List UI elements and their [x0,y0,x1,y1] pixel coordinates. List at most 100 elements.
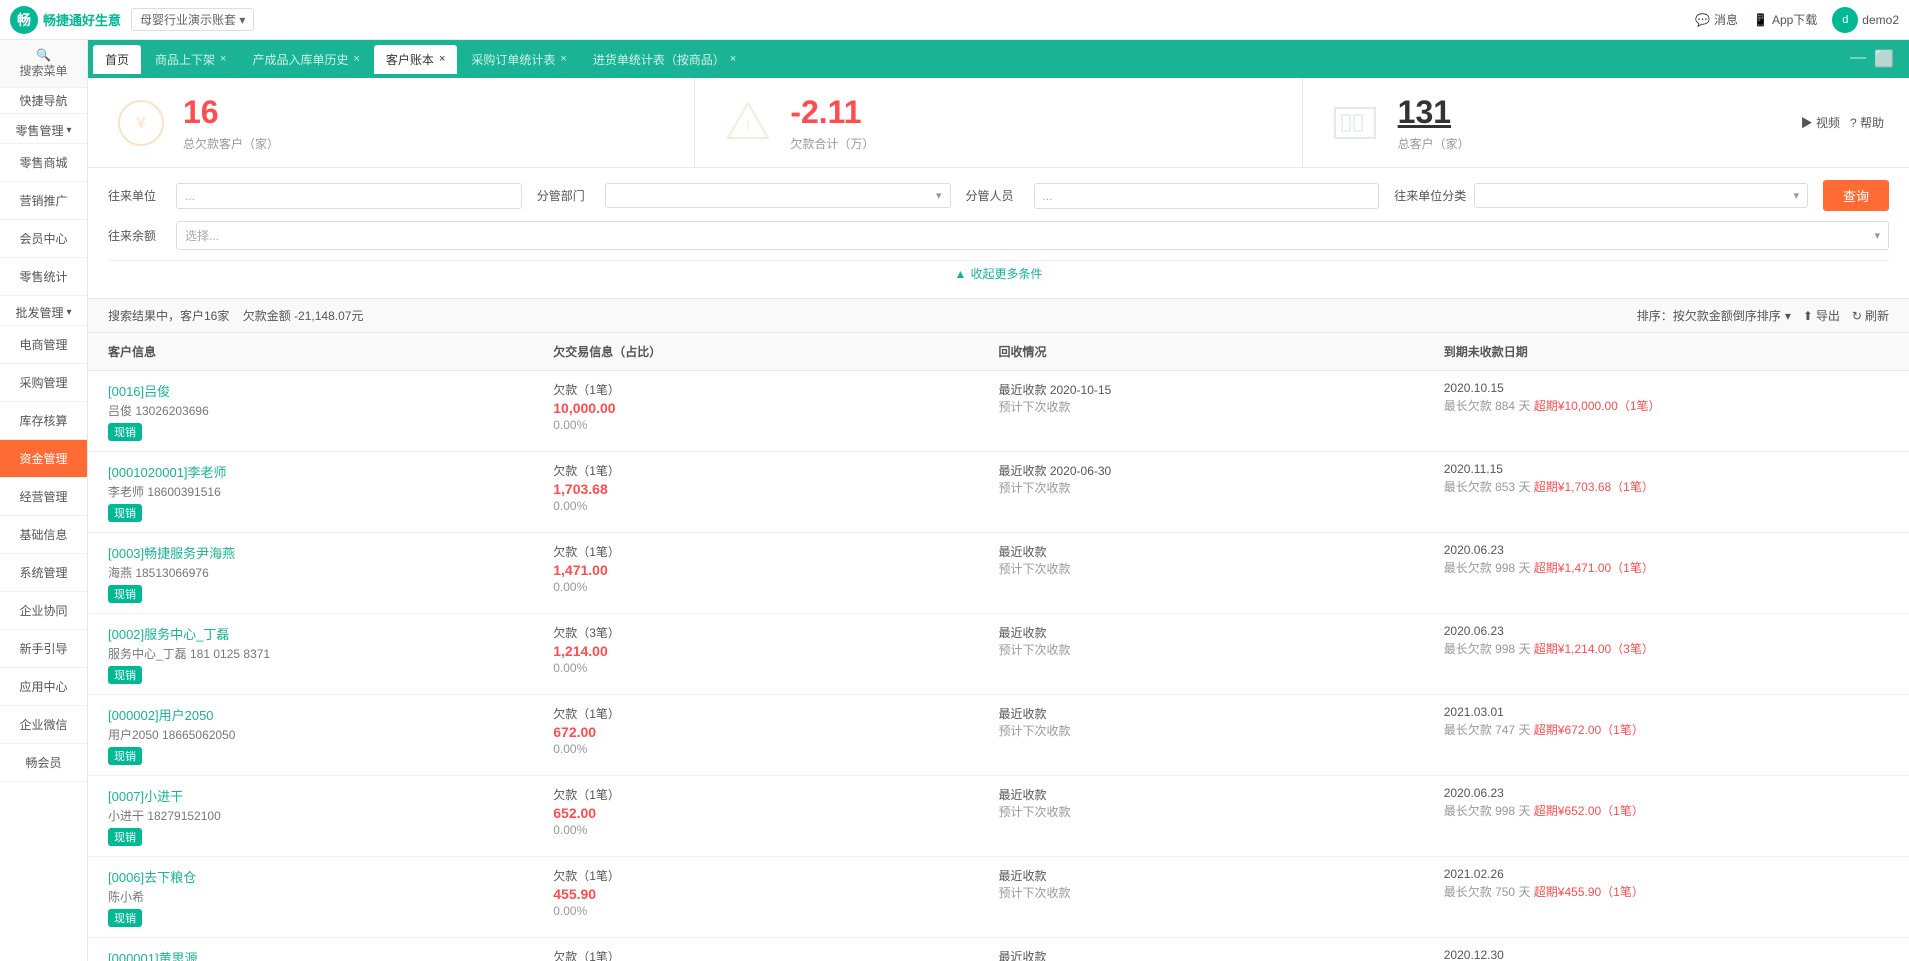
debt-count-7: 欠款（1笔） [553,948,998,961]
customer-info-7: [000001]黄思源 黄思源 13552700226 现销 [108,948,553,961]
overdue-link-6[interactable]: 超期¥455.90（1笔） [1534,885,1644,899]
sidebar-item-app-center[interactable]: 应用中心 [0,668,87,706]
source-unit-input[interactable]: ... [176,183,522,209]
customer-phone-3: 服务中心_丁磊 181 0125 8371 [108,645,553,662]
debt-count-1: 欠款（1笔） [553,462,998,479]
overdue-link-1[interactable]: 超期¥1,703.68（1笔） [1534,480,1654,494]
message-button[interactable]: 💬 消息 [1695,11,1738,28]
filter-source-unit: 往来单位 ... [108,183,522,209]
tab-purchase-order[interactable]: 采购订单统计表 × [459,45,578,74]
customer-tag-1: 现销 [108,504,142,522]
overdue-link-5[interactable]: 超期¥652.00（1笔） [1534,804,1644,818]
person-input[interactable]: ... [1034,183,1380,209]
dept-dropdown[interactable]: ▾ [605,183,951,208]
stats-row: ¥ 16 总欠款客户（家） ! [88,78,1909,168]
tab-customer-account[interactable]: 客户账本 × [374,45,457,74]
recovery-next-6: 预计下次收款 [999,884,1444,901]
customer-name-5[interactable]: [0007]小进干 [108,786,553,805]
overdue-link-3[interactable]: 超期¥1,214.00（3笔） [1534,642,1654,656]
recovery-next-4: 预计下次收款 [999,722,1444,739]
sidebar-item-marketing[interactable]: 营销推广 [0,182,87,220]
customer-name-6[interactable]: [0006]去下粮仓 [108,867,553,886]
tab-home[interactable]: 首页 [93,45,141,74]
sidebar-item-member-plus[interactable]: 畅会员 [0,744,87,782]
sidebar-item-enterprise-collab[interactable]: 企业协同 [0,592,87,630]
result-actions: 排序：按欠款金额倒序排序 ▾ ⬆ 导出 ↻ 刷新 [1637,307,1889,324]
collapse-filters-button[interactable]: ▲ 收起更多条件 [108,260,1889,286]
due-date-4: 2021.03.01 [1444,705,1889,719]
sidebar-item-batch-mgmt[interactable]: 批发管理 ▾ [0,296,87,326]
export-button[interactable]: ⬆ 导出 [1803,307,1840,324]
sidebar: 🔍 搜索菜单 快捷导航 零售管理 ▾ 零售商城 营销推广 会员中心 零售统计 [0,40,88,961]
minimize-button[interactable]: — [1850,49,1866,69]
customer-name-4[interactable]: [000002]用户2050 [108,705,553,724]
category-label: 往来单位分类 [1394,187,1466,204]
overdue-link-4[interactable]: 超期¥672.00（1笔） [1534,723,1644,737]
help-link[interactable]: ? 帮助 [1850,114,1884,131]
customer-phone-4: 用户2050 18665062050 [108,726,553,743]
company-selector[interactable]: 母婴行业演示账套 ▾ [131,8,254,31]
search-button[interactable]: 查询 [1823,180,1889,211]
customer-name-7[interactable]: [000001]黄思源 [108,948,553,961]
sidebar-item-system-mgmt[interactable]: 系统管理 [0,554,87,592]
sidebar-item-inventory-check[interactable]: 库存核算 [0,402,87,440]
video-link[interactable]: ▶ 视频 [1801,114,1840,131]
debt-info-7: 欠款（1笔） 429.00 0.00% [553,948,998,961]
overdue-link-2[interactable]: 超期¥1,471.00（1笔） [1534,561,1654,575]
debt-ratio-1: 0.00% [553,499,998,513]
tab-close-products-off[interactable]: × [220,53,226,65]
sidebar-item-ecommerce-mgmt[interactable]: 电商管理 [0,326,87,364]
tab-purchase-stats[interactable]: 进货单统计表（按商品） × [581,45,748,74]
sidebar-item-new-guide[interactable]: 新手引导 [0,630,87,668]
recovery-date-5: 最近收款 [999,786,1444,803]
debt-customers-label: 总欠款客户（家） [183,135,669,152]
filter-row-2: 往来余额 选择... ▾ [108,221,1889,250]
customer-name-1[interactable]: [0001020001]李老师 [108,462,553,481]
tab-production-history[interactable]: 产成品入库单历史 × [240,45,371,74]
recovery-date-4: 最近收款 [999,705,1444,722]
recovery-next-3: 预计下次收款 [999,641,1444,658]
tab-products-off[interactable]: 商品上下架 × [143,45,238,74]
sidebar-item-basic-info[interactable]: 基础信息 [0,516,87,554]
table-row: [0002]服务中心_丁磊 服务中心_丁磊 181 0125 8371 现销 欠… [88,614,1909,695]
sidebar-item-purchase-mgmt[interactable]: 采购管理 [0,364,87,402]
tab-close-customer-account[interactable]: × [439,53,445,65]
top-bar: 畅 畅捷通好生意 母婴行业演示账套 ▾ 💬 消息 📱 App下载 d demo2 [0,0,1909,40]
customer-name-2[interactable]: [0003]畅捷服务尹海燕 [108,543,553,562]
debt-amount-4: 672.00 [553,724,998,740]
sort-selector[interactable]: 排序：按欠款金额倒序排序 ▾ [1637,307,1791,324]
sidebar-item-enterprise-wechat[interactable]: 企业微信 [0,706,87,744]
customer-tag-3: 现销 [108,666,142,684]
sidebar-search[interactable]: 🔍 搜索菜单 [0,40,87,88]
debt-customers-number: 16 [183,93,669,131]
sidebar-item-finance-mgmt[interactable]: 资金管理 [0,440,87,478]
app-download-button[interactable]: 📱 App下载 [1753,11,1817,28]
recovery-info-2: 最近收款 预计下次收款 [999,543,1444,577]
stat-info-debt-customers: 16 总欠款客户（家） [183,93,669,152]
balance-select[interactable]: 选择... ▾ [176,221,1889,250]
category-dropdown[interactable]: ▾ [1474,183,1808,208]
sidebar-item-member-center[interactable]: 会员中心 [0,220,87,258]
sidebar-item-quick-nav[interactable]: 快捷导航 [0,88,87,114]
maximize-button[interactable]: ⬜ [1874,49,1894,69]
customer-name-3[interactable]: [0002]服务中心_丁磊 [108,624,553,643]
tab-close-purchase-order[interactable]: × [560,53,566,65]
chevron-down-icon: ▾ [1793,189,1799,202]
due-days-2: 最长欠款 998 天 超期¥1,471.00（1笔） [1444,559,1889,576]
overdue-link-0[interactable]: 超期¥10,000.00（1笔） [1534,399,1661,413]
user-profile[interactable]: d demo2 [1832,7,1899,33]
total-customers-number: 131 [1398,93,1786,131]
customer-name-0[interactable]: [0016]吕俊 [108,381,553,400]
sidebar-item-retail-store[interactable]: 零售商城 [0,144,87,182]
app-download-icon: 📱 [1753,13,1768,27]
sidebar-item-operations-mgmt[interactable]: 经营管理 [0,478,87,516]
due-info-6: 2021.02.26 最长欠款 750 天 超期¥455.90（1笔） [1444,867,1889,900]
tab-close-production-history[interactable]: × [353,53,359,65]
refresh-button[interactable]: ↻ 刷新 [1852,307,1889,324]
tab-close-purchase-stats[interactable]: × [730,53,736,65]
sidebar-item-retail-mgmt[interactable]: 零售管理 ▾ [0,114,87,144]
debt-ratio-5: 0.00% [553,823,998,837]
debt-total-label: 欠款合计（万） [790,135,1276,152]
recovery-info-0: 最近收款 2020-10-15 预计下次收款 [999,381,1444,415]
sidebar-item-retail-stats[interactable]: 零售统计 [0,258,87,296]
